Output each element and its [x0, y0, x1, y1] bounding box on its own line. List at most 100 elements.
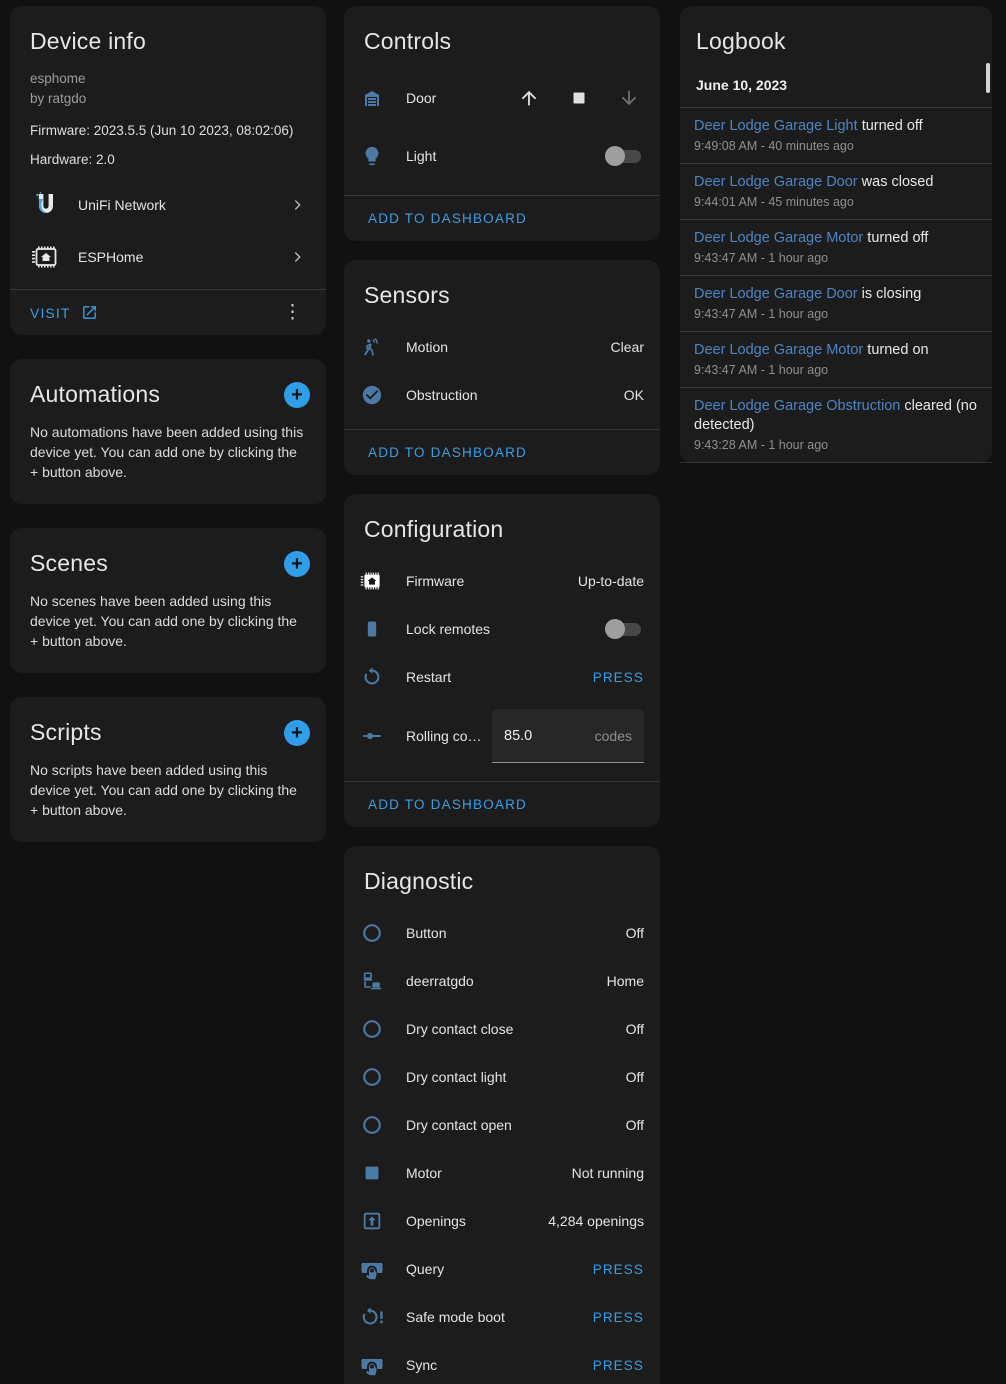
- logbook-action: turned on: [867, 342, 929, 358]
- visit-button[interactable]: VISIT: [30, 304, 98, 321]
- logbook-time: 9:44:01 AM - 45 minutes ago: [694, 195, 854, 209]
- diag-row-motor[interactable]: Motor Not running: [344, 1149, 660, 1197]
- rolling-code-input[interactable]: [504, 727, 564, 744]
- scenes-title: Scenes: [30, 550, 108, 576]
- remote-icon: [360, 618, 384, 640]
- logbook-time: 9:43:28 AM - 1 hour ago: [694, 438, 829, 452]
- config-row-lock-remotes[interactable]: Lock remotes: [344, 605, 660, 653]
- logbook-action: is closing: [861, 286, 922, 302]
- esphome-chip-icon: [360, 569, 384, 593]
- logbook-time: 9:43:47 AM - 1 hour ago: [694, 251, 829, 265]
- device-info-title: Device info: [30, 28, 146, 54]
- logbook-entry: Deer Lodge Garage Motor turned off 9:43:…: [680, 220, 992, 276]
- open-in-new-icon: [82, 306, 96, 319]
- door-stop-button[interactable]: [568, 87, 590, 109]
- integration-label: UniFi Network: [78, 197, 166, 213]
- gesture-tap-icon: [360, 1353, 384, 1377]
- safe-mode-boot-press-button[interactable]: PRESS: [593, 1310, 644, 1325]
- light-toggle[interactable]: [605, 146, 641, 166]
- restart-alert-icon: [360, 1306, 384, 1328]
- add-script-button[interactable]: +: [284, 719, 310, 746]
- query-press-button[interactable]: PRESS: [593, 1262, 644, 1277]
- scenes-empty-text: No scenes have been added using this dev…: [30, 593, 297, 649]
- diag-row-dry-contact-open[interactable]: Dry contact open Off: [344, 1101, 660, 1149]
- rolling-code-unit: codes: [594, 727, 632, 744]
- config-row-rolling-code[interactable]: Rolling co… codes: [344, 701, 660, 771]
- control-row-light[interactable]: Light: [344, 127, 660, 185]
- arrow-up-box-icon: [360, 1210, 384, 1232]
- motion-sensor-icon: [360, 335, 384, 359]
- restart-press-button[interactable]: PRESS: [593, 670, 644, 685]
- logbook-entity-link[interactable]: Deer Lodge Garage Door: [694, 174, 858, 190]
- diagnostic-title: Diagnostic: [364, 868, 474, 894]
- logbook-entry: Deer Lodge Garage Door was closed 9:44:0…: [680, 164, 992, 220]
- logbook-entity-link[interactable]: Deer Lodge Garage Light: [694, 118, 858, 134]
- device-hardware: Hardware: 2.0: [30, 152, 115, 167]
- diag-row-dry-contact-close[interactable]: Dry contact close Off: [344, 1005, 660, 1053]
- overflow-menu-icon[interactable]: ⋮: [279, 303, 306, 322]
- esphome-chip-icon: [30, 241, 62, 273]
- logbook-scrollbar[interactable]: [986, 63, 990, 93]
- door-close-button[interactable]: [618, 87, 640, 109]
- rolling-code-field: codes: [492, 709, 644, 763]
- configuration-card: Configuration Firmware Up-to-date Lock r…: [344, 494, 660, 827]
- check-circle-icon: [360, 384, 384, 406]
- device-manufacturer: by ratgdo: [30, 91, 87, 106]
- diag-row-dry-contact-light[interactable]: Dry contact light Off: [344, 1053, 660, 1101]
- add-automation-button[interactable]: +: [284, 381, 310, 408]
- sync-press-button[interactable]: PRESS: [593, 1358, 644, 1373]
- diag-row-safe-mode-boot[interactable]: Safe mode boot PRESS: [344, 1293, 660, 1341]
- slider-icon: [360, 724, 384, 748]
- arrow-down-icon: [621, 90, 637, 106]
- diag-row-query[interactable]: Query PRESS: [344, 1245, 660, 1293]
- diag-row-button[interactable]: Button Off: [344, 909, 660, 957]
- controls-card: Controls Door Light ADD TO DASHBOARD: [344, 6, 660, 241]
- config-row-restart[interactable]: Restart PRESS: [344, 653, 660, 701]
- integration-row-unifi[interactable]: UniFi Network: [10, 179, 326, 231]
- logbook-title: Logbook: [696, 28, 786, 54]
- configuration-title: Configuration: [364, 516, 504, 542]
- diag-row-deerratgdo[interactable]: deerratgdo Home: [344, 957, 660, 1005]
- controls-title: Controls: [364, 28, 452, 54]
- sensor-row-obstruction[interactable]: Obstruction OK: [344, 371, 660, 419]
- arrow-up-icon: [521, 90, 537, 106]
- logbook-time: 9:43:47 AM - 1 hour ago: [694, 363, 829, 377]
- add-scene-button[interactable]: +: [284, 550, 310, 577]
- logbook-entity-link[interactable]: Deer Lodge Garage Door: [694, 286, 858, 302]
- scripts-title: Scripts: [30, 719, 102, 745]
- controls-add-to-dashboard-button[interactable]: ADD TO DASHBOARD: [344, 195, 660, 241]
- logbook-entry: Deer Lodge Garage Motor turned on 9:43:4…: [680, 332, 992, 388]
- diag-row-openings[interactable]: Openings 4,284 openings: [344, 1197, 660, 1245]
- garage-door-icon: [360, 86, 384, 110]
- circle-outline-icon: [360, 1066, 384, 1088]
- scripts-empty-text: No scripts have been added using this de…: [30, 762, 297, 818]
- integration-row-esphome[interactable]: ESPHome: [10, 231, 326, 283]
- logbook-entry: Deer Lodge Garage Door is closing 9:43:4…: [680, 276, 992, 332]
- chevron-right-icon: [290, 197, 306, 213]
- door-open-button[interactable]: [518, 87, 540, 109]
- logbook-action: was closed: [861, 174, 934, 190]
- sensor-row-motion[interactable]: Motion Clear: [344, 323, 660, 371]
- logbook-entity-link[interactable]: Deer Lodge Garage Motor: [694, 342, 863, 358]
- device-info-card: Device info esphome by ratgdo Firmware: …: [10, 6, 326, 335]
- logbook-card: Logbook June 10, 2023 Deer Lodge Garage …: [680, 6, 992, 463]
- logbook-action: turned off: [867, 230, 929, 246]
- control-row-door[interactable]: Door: [344, 69, 660, 127]
- logbook-entry: Deer Lodge Garage Light turned off 9:49:…: [680, 108, 992, 164]
- lightbulb-icon: [360, 145, 384, 167]
- logbook-entity-link[interactable]: Deer Lodge Garage Motor: [694, 230, 863, 246]
- logbook-date: June 10, 2023: [680, 69, 992, 108]
- circle-outline-icon: [360, 1018, 384, 1040]
- scenes-card: Scenes + No scenes have been added using…: [10, 528, 326, 673]
- config-row-firmware[interactable]: Firmware Up-to-date: [344, 557, 660, 605]
- chevron-right-icon: [290, 249, 306, 265]
- lock-remotes-toggle[interactable]: [605, 619, 641, 639]
- logbook-entry: Deer Lodge Garage Obstruction cleared (n…: [680, 388, 992, 463]
- automations-title: Automations: [30, 381, 161, 407]
- configuration-add-to-dashboard-button[interactable]: ADD TO DASHBOARD: [344, 781, 660, 827]
- diag-row-sync[interactable]: Sync PRESS: [344, 1341, 660, 1384]
- logbook-action: turned off: [861, 118, 923, 134]
- sensors-add-to-dashboard-button[interactable]: ADD TO DASHBOARD: [344, 429, 660, 475]
- logbook-entity-link[interactable]: Deer Lodge Garage Obstruction: [694, 398, 900, 414]
- unifi-logo-icon: [30, 189, 62, 221]
